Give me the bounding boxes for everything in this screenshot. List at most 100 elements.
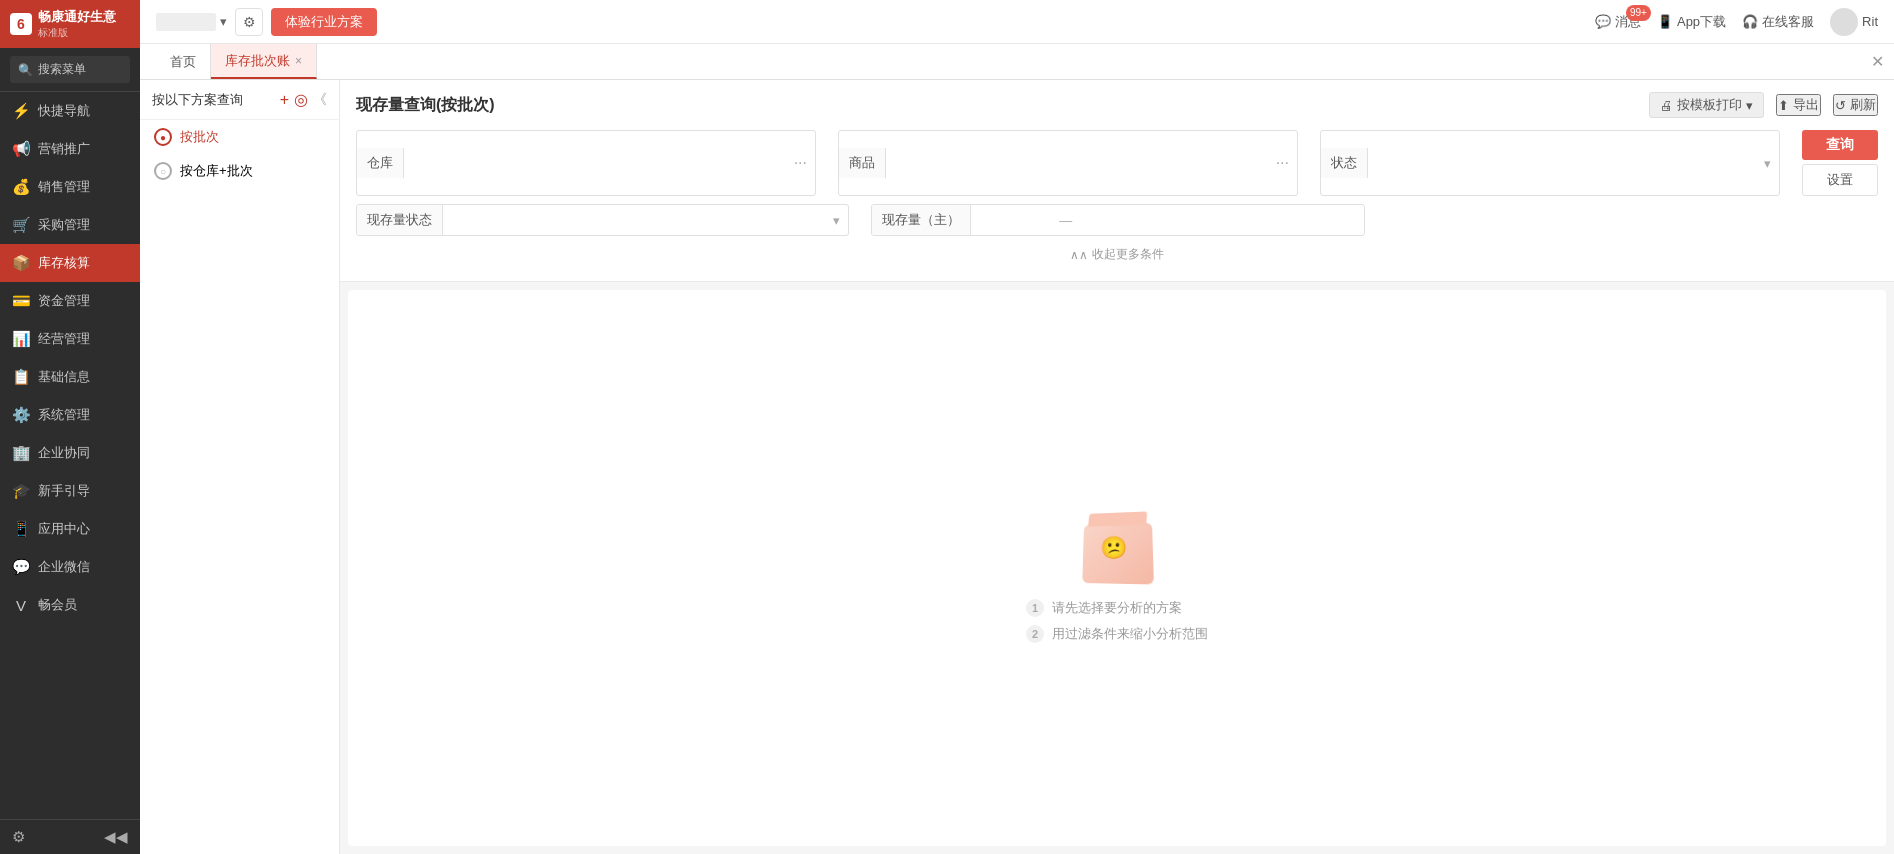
tab-inventory-batch[interactable]: 库存批次账 × xyxy=(211,44,317,79)
sidebar-item-label: 采购管理 xyxy=(38,216,90,234)
sidebar-item-newbie[interactable]: 🎓 新手引导 xyxy=(0,472,140,510)
app-logo: 6 xyxy=(10,13,32,35)
sidebar: 6 畅康通好生意 标准版 🔍 搜索菜单 ⚡ 快捷导航 📢 营销推广 💰 销售管理… xyxy=(0,0,140,854)
search-menu-button[interactable]: 🔍 搜索菜单 xyxy=(10,56,130,83)
empty-hint-1: 1 请先选择要分析的方案 xyxy=(1026,599,1208,617)
collapse-panel-button[interactable]: 《 xyxy=(313,90,327,109)
tab-home-label: 首页 xyxy=(170,53,196,71)
left-panel: 按以下方案查询 + ◎ 《 ● 按批次 ○ 按仓库+批次 xyxy=(140,80,340,854)
sidebar-item-basic[interactable]: 📋 基础信息 xyxy=(0,358,140,396)
sidebar-search-area: 🔍 搜索菜单 xyxy=(0,48,140,92)
query-button[interactable]: 查询 xyxy=(1802,130,1878,160)
sidebar-item-label: 基础信息 xyxy=(38,368,90,386)
scheme-batch-label: 按批次 xyxy=(180,128,219,146)
topbar-right: 💬 消息 99+ 📱 App下载 🎧 在线客服 Rit xyxy=(1595,8,1878,36)
online-service-label: 在线客服 xyxy=(1762,13,1814,31)
print-icon: 🖨 xyxy=(1660,98,1673,113)
newbie-icon: 🎓 xyxy=(12,482,30,500)
message-icon: 💬 xyxy=(1595,14,1611,29)
settings-button[interactable]: 设置 xyxy=(1802,164,1878,196)
search-icon: 🔍 xyxy=(18,63,33,77)
topbar-dropdown[interactable]: ▾ xyxy=(156,13,227,31)
messages-button[interactable]: 💬 消息 99+ xyxy=(1595,13,1641,31)
inventory-status-label: 现存量状态 xyxy=(357,205,443,235)
scheme-by-warehouse-batch[interactable]: ○ 按仓库+批次 xyxy=(140,154,339,188)
product-more-icon[interactable]: ··· xyxy=(1268,148,1297,178)
chevron-up-icon: ∧∧ xyxy=(1070,248,1088,262)
add-scheme-button[interactable]: + xyxy=(280,90,289,109)
search-menu-label: 搜索菜单 xyxy=(38,61,86,78)
status-field: 状态 ▾ xyxy=(1320,130,1780,196)
hint-text-2: 用过滤条件来缩小分析范围 xyxy=(1052,625,1208,643)
sidebar-item-wechat[interactable]: 💬 企业微信 xyxy=(0,548,140,586)
system-icon: ⚙️ xyxy=(12,406,30,424)
scheme-wh-batch-label: 按仓库+批次 xyxy=(180,162,253,180)
collapse-more-conditions[interactable]: ∧∧ 收起更多条件 xyxy=(356,240,1878,269)
status-input[interactable] xyxy=(1368,150,1756,177)
product-input[interactable] xyxy=(886,150,1268,177)
quantity-max-input[interactable] xyxy=(1080,207,1160,234)
quantity-dash: — xyxy=(1051,213,1080,228)
online-service-button[interactable]: 🎧 在线客服 xyxy=(1742,13,1814,31)
sidebar-item-label: 企业微信 xyxy=(38,558,90,576)
download-icon: 📱 xyxy=(1657,14,1673,29)
product-label: 商品 xyxy=(839,148,886,178)
user-name: Rit xyxy=(1862,14,1878,29)
sidebar-item-label: 资金管理 xyxy=(38,292,90,310)
app-subtitle: 标准版 xyxy=(38,26,116,40)
export-icon: ⬆ xyxy=(1778,98,1789,113)
collapse-sidebar-button[interactable]: ◀◀ xyxy=(104,828,128,846)
sidebar-item-purchase[interactable]: 🛒 采购管理 xyxy=(0,206,140,244)
sidebar-item-system[interactable]: ⚙️ 系统管理 xyxy=(0,396,140,434)
close-all-tabs-button[interactable]: ✕ xyxy=(1871,52,1884,71)
settings-footer-button[interactable]: ⚙ xyxy=(12,828,25,846)
apps-icon: 📱 xyxy=(12,520,30,538)
inactive-scheme-icon: ○ xyxy=(154,162,172,180)
warehouse-input[interactable] xyxy=(404,150,786,177)
tab-home[interactable]: 首页 xyxy=(156,44,211,79)
app-download-button[interactable]: 📱 App下载 xyxy=(1657,13,1726,31)
sidebar-item-label: 新手引导 xyxy=(38,482,90,500)
sidebar-item-marketing[interactable]: 📢 营销推广 xyxy=(0,130,140,168)
sidebar-item-vip[interactable]: V 畅会员 xyxy=(0,586,140,624)
print-button[interactable]: 🖨 按模板打印 ▾ xyxy=(1649,92,1764,118)
sidebar-item-inventory[interactable]: 📦 库存核算 xyxy=(0,244,140,282)
user-profile[interactable]: Rit xyxy=(1830,8,1878,36)
inventory-status-input[interactable] xyxy=(443,207,825,234)
service-icon: 🎧 xyxy=(1742,14,1758,29)
sidebar-item-finance[interactable]: 💳 资金管理 xyxy=(0,282,140,320)
sidebar-item-label: 营销推广 xyxy=(38,140,90,158)
sidebar-menu: ⚡ 快捷导航 📢 营销推广 💰 销售管理 🛒 采购管理 📦 库存核算 💳 资金管… xyxy=(0,92,140,819)
quantity-field: 现存量（主） — xyxy=(871,204,1364,236)
topbar-gear-button[interactable]: ⚙ xyxy=(235,8,263,36)
status-dropdown-icon[interactable]: ▾ xyxy=(1756,150,1779,177)
marketing-icon: 📢 xyxy=(12,140,30,158)
wechat-icon: 💬 xyxy=(12,558,30,576)
left-panel-title: 按以下方案查询 xyxy=(152,91,243,109)
quantity-min-input[interactable] xyxy=(971,207,1051,234)
export-button[interactable]: ⬆ 导出 xyxy=(1776,94,1821,116)
scheme-by-batch[interactable]: ● 按批次 xyxy=(140,120,339,154)
scheme-settings-button[interactable]: ◎ xyxy=(294,90,308,109)
purchase-icon: 🛒 xyxy=(12,216,30,234)
finance-icon: 💳 xyxy=(12,292,30,310)
product-field: 商品 ··· xyxy=(838,130,1298,196)
sidebar-item-shortcut[interactable]: ⚡ 快捷导航 xyxy=(0,92,140,130)
inv-status-dropdown-icon[interactable]: ▾ xyxy=(825,207,848,234)
enterprise-icon: 🏢 xyxy=(12,444,30,462)
page-title: 现存量查询(按批次) xyxy=(356,95,495,116)
basic-icon: 📋 xyxy=(12,368,30,386)
inventory-status-field: 现存量状态 ▾ xyxy=(356,204,849,236)
sidebar-item-enterprise[interactable]: 🏢 企业协同 xyxy=(0,434,140,472)
tab-close-icon[interactable]: × xyxy=(295,54,302,68)
warehouse-more-icon[interactable]: ··· xyxy=(786,148,815,178)
content-area: 按以下方案查询 + ◎ 《 ● 按批次 ○ 按仓库+批次 现存量查询( xyxy=(140,80,1894,854)
sidebar-item-label: 库存核算 xyxy=(38,254,90,272)
sidebar-item-sales[interactable]: 💰 销售管理 xyxy=(0,168,140,206)
trial-industry-button[interactable]: 体验行业方案 xyxy=(271,8,377,36)
left-panel-actions: + ◎ 《 xyxy=(280,90,327,109)
main-area: ▾ ⚙ 体验行业方案 💬 消息 99+ 📱 App下载 🎧 在线客服 xyxy=(140,0,1894,854)
refresh-button[interactable]: ↺ 刷新 xyxy=(1833,94,1878,116)
sidebar-item-apps[interactable]: 📱 应用中心 xyxy=(0,510,140,548)
sidebar-item-operations[interactable]: 📊 经营管理 xyxy=(0,320,140,358)
